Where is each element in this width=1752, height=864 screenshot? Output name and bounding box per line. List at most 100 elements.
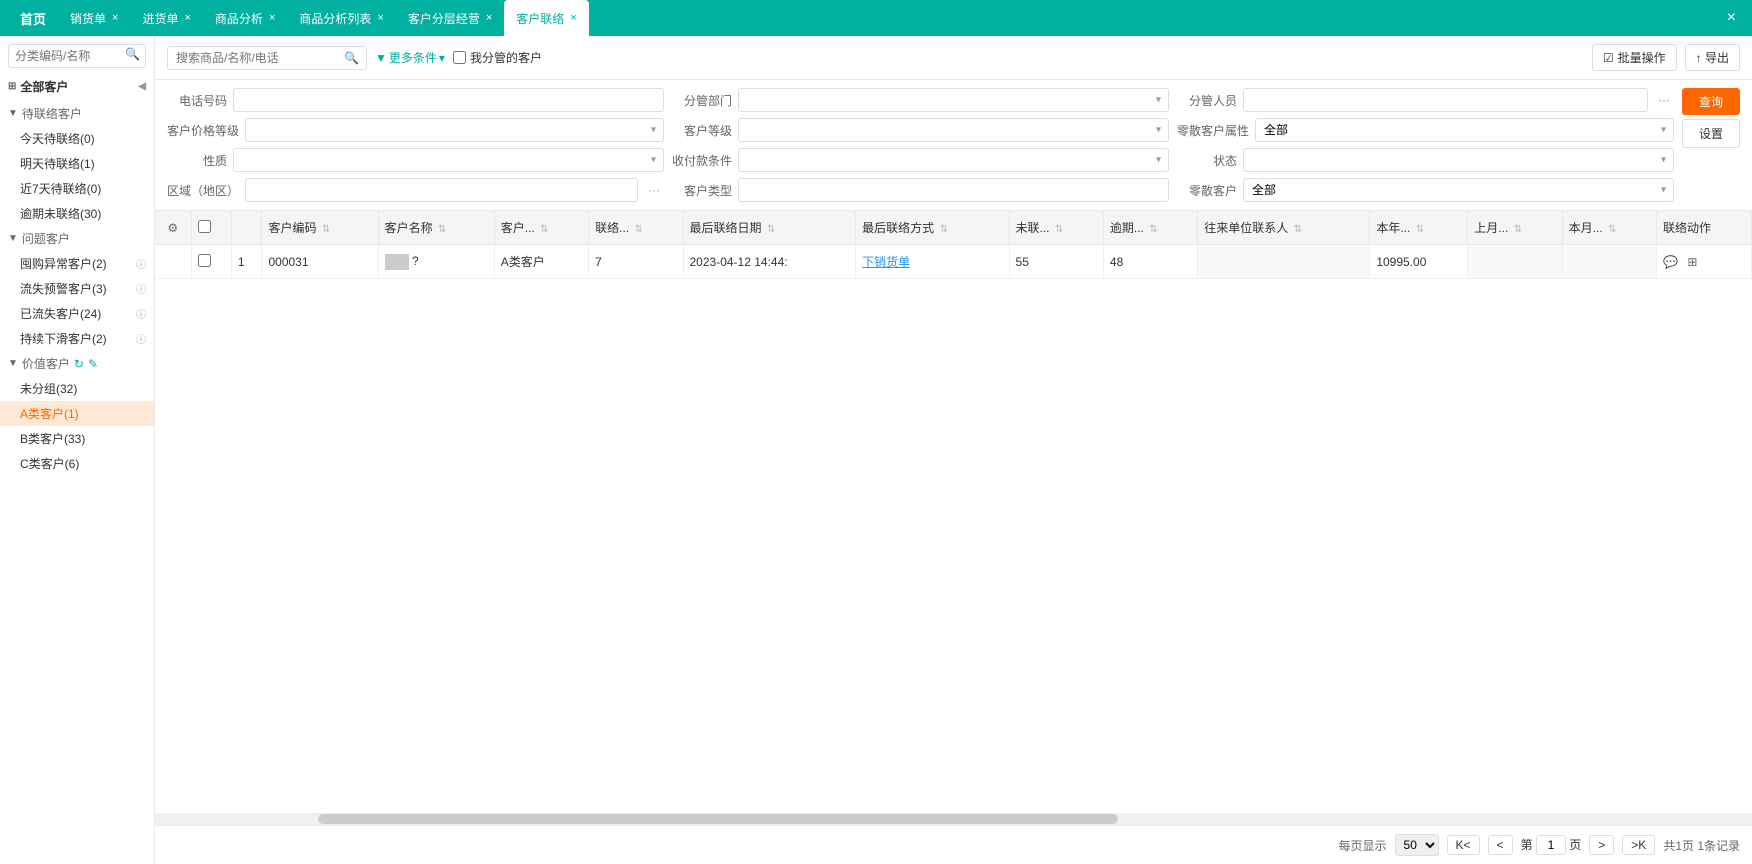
last-method-link[interactable]: 下销货单 — [862, 255, 910, 269]
data-table: ⚙ 客户编码 ⇅ 客户名称 ⇅ — [155, 211, 1752, 279]
sidebar-item-tomorrow[interactable]: 明天待联络(1) — [0, 151, 154, 176]
settings-button[interactable]: 设置 — [1682, 119, 1740, 148]
info-icon-2: ⓘ — [136, 281, 146, 296]
nav-tab-sales[interactable]: 销货单 × — [58, 0, 130, 36]
sidebar-item-a-class[interactable]: A类客户(1) — [0, 401, 154, 426]
close-all-tabs[interactable]: × — [1719, 9, 1744, 27]
td-this-month — [1562, 245, 1656, 279]
filter-person-input[interactable] — [1243, 88, 1648, 112]
nav-tab-analysis-list[interactable]: 商品分析列表 × — [287, 0, 395, 36]
my-customers-checkbox[interactable] — [453, 51, 466, 64]
filter-phone-field: 电话号码 — [167, 88, 664, 112]
action-chat-icon[interactable]: 💬 — [1663, 255, 1678, 269]
sidebar-item-warn[interactable]: 流失预警客户(3) ⓘ — [0, 276, 154, 301]
filter-price-select[interactable] — [245, 118, 664, 142]
sidebar-item-unclassified[interactable]: 未分组(32) — [0, 376, 154, 401]
page-number-input[interactable] — [1536, 835, 1566, 855]
td-last-method[interactable]: 下销货单 — [856, 245, 1009, 279]
filter-region-input[interactable] — [245, 178, 638, 202]
pagination: 每页显示 50 K< < 第 页 > >K 共1页 1条记录 — [155, 825, 1752, 864]
sidebar-all-customers[interactable]: ⊞ 全部客户 ◀ — [0, 72, 154, 101]
close-customer-tier-tab[interactable]: × — [486, 12, 492, 24]
filter-nature-select[interactable] — [233, 148, 664, 172]
first-page-button[interactable]: K< — [1447, 835, 1480, 855]
th-last-method[interactable]: 最后联络方式 ⇅ — [856, 211, 1009, 245]
close-sales-tab[interactable]: × — [112, 12, 118, 24]
query-button[interactable]: 查询 — [1682, 88, 1740, 115]
th-no-contact[interactable]: 未联... ⇅ — [1009, 211, 1103, 245]
th-last-month[interactable]: 上月... ⇅ — [1468, 211, 1562, 245]
filter-person-dots[interactable]: ··· — [1654, 93, 1674, 107]
nav-tab-customer-contact[interactable]: 客户联络 × — [504, 0, 588, 36]
filter-search-icon: 🔍 — [344, 51, 359, 65]
th-last-date[interactable]: 最后联络日期 ⇅ — [683, 211, 856, 245]
th-seq — [231, 211, 262, 245]
filter-region-dots[interactable]: ··· — [644, 183, 664, 197]
filter-customer-type-input[interactable] — [738, 178, 1169, 202]
select-all-checkbox[interactable] — [198, 220, 211, 233]
filter-more-btn[interactable]: ▼ 更多条件 ▾ — [375, 49, 445, 66]
filter-region-label: 区域（地区） — [167, 182, 239, 199]
filter-payment-select[interactable] — [738, 148, 1169, 172]
advanced-filter: 电话号码 分管部门 ▾ 分管人员 — [155, 80, 1752, 211]
per-page-label: 每页显示 — [1339, 837, 1387, 854]
filter-phone-input[interactable] — [233, 88, 664, 112]
close-analysis-tab[interactable]: × — [269, 12, 275, 24]
prev-page-button[interactable]: < — [1488, 835, 1513, 855]
chevron-down-icon: ▾ — [439, 51, 445, 65]
sidebar-group-value[interactable]: ▼ 价值客户 ↻ ✎ — [0, 351, 154, 376]
row-checkbox[interactable] — [198, 254, 211, 267]
th-name[interactable]: 客户名称 ⇅ — [378, 211, 494, 245]
filter-payment-label: 收付款条件 — [672, 152, 732, 169]
settings-gear-icon[interactable]: ⚙ — [167, 221, 178, 235]
last-page-button[interactable]: >K — [1622, 835, 1655, 855]
close-analysis-list-tab[interactable]: × — [377, 12, 383, 24]
th-category[interactable]: 客户... ⇅ — [494, 211, 588, 245]
table-header-row: ⚙ 客户编码 ⇅ 客户名称 ⇅ — [155, 211, 1752, 245]
filter-status-select[interactable] — [1243, 148, 1674, 172]
th-overdue[interactable]: 逾期... ⇅ — [1103, 211, 1197, 245]
action-more-icon[interactable]: ⊞ — [1687, 255, 1697, 269]
close-purchase-tab[interactable]: × — [184, 12, 190, 24]
close-customer-contact-tab[interactable]: × — [570, 12, 576, 24]
horizontal-scrollbar[interactable] — [155, 813, 1752, 825]
filter-customer-level-select[interactable] — [738, 118, 1169, 142]
th-settings[interactable]: ⚙ — [155, 211, 191, 245]
th-code[interactable]: 客户编码 ⇅ — [262, 211, 378, 245]
nav-home[interactable]: 首页 — [8, 0, 58, 36]
sidebar-item-lost[interactable]: 已流失客户(24) ⓘ — [0, 301, 154, 326]
refresh-icon[interactable]: ↻ — [74, 357, 84, 371]
info-icon-1: ⓘ — [136, 256, 146, 271]
nav-tab-purchase[interactable]: 进货单 × — [130, 0, 202, 36]
scrollbar-thumb[interactable] — [318, 814, 1118, 824]
td-code: 000031 — [262, 245, 378, 279]
batch-ops-button[interactable]: ☑ 批量操作 — [1592, 44, 1677, 71]
sidebar-item-7days[interactable]: 近7天待联络(0) — [0, 176, 154, 201]
filter-row-3: 性质 ▾ 收付款条件 ▾ — [167, 148, 1674, 172]
sidebar-item-overdue[interactable]: 逾期未联络(30) — [0, 201, 154, 226]
sidebar-group-pending[interactable]: ▼ 待联络客户 — [0, 101, 154, 126]
next-page-button[interactable]: > — [1589, 835, 1614, 855]
td-seq: 1 — [231, 245, 262, 279]
per-page-select[interactable]: 50 — [1395, 834, 1439, 856]
filter-status-label: 状态 — [1177, 152, 1237, 169]
sidebar-item-declining[interactable]: 持续下滑客户(2) ⓘ — [0, 326, 154, 351]
th-prev-contact[interactable]: 往来单位联系人 ⇅ — [1198, 211, 1370, 245]
edit-value-icon[interactable]: ✎ — [88, 357, 98, 371]
filter-retail-customer-select[interactable]: 全部 — [1243, 178, 1674, 202]
nav-tab-analysis[interactable]: 商品分析 × — [203, 0, 287, 36]
filter-search-input[interactable] — [167, 46, 367, 70]
filter-retail-attr-select[interactable]: 全部 — [1255, 118, 1674, 142]
sidebar-item-b-class[interactable]: B类客户(33) — [0, 426, 154, 451]
sidebar-item-today[interactable]: 今天待联络(0) — [0, 126, 154, 151]
filter-dept-select[interactable] — [738, 88, 1169, 112]
nav-tab-customer-tier[interactable]: 客户分层经营 × — [396, 0, 504, 36]
sidebar-item-abnormal[interactable]: 囤购异常客户(2) ⓘ — [0, 251, 154, 276]
th-contact[interactable]: 联络... ⇅ — [589, 211, 683, 245]
info-icon-3: ⓘ — [136, 306, 146, 321]
export-button[interactable]: ↑ 导出 — [1685, 44, 1740, 71]
th-this-year[interactable]: 本年... ⇅ — [1370, 211, 1468, 245]
sidebar-group-problem[interactable]: ▼ 问题客户 — [0, 226, 154, 251]
sidebar-item-c-class[interactable]: C类客户(6) — [0, 451, 154, 476]
th-this-month[interactable]: 本月... ⇅ — [1562, 211, 1656, 245]
